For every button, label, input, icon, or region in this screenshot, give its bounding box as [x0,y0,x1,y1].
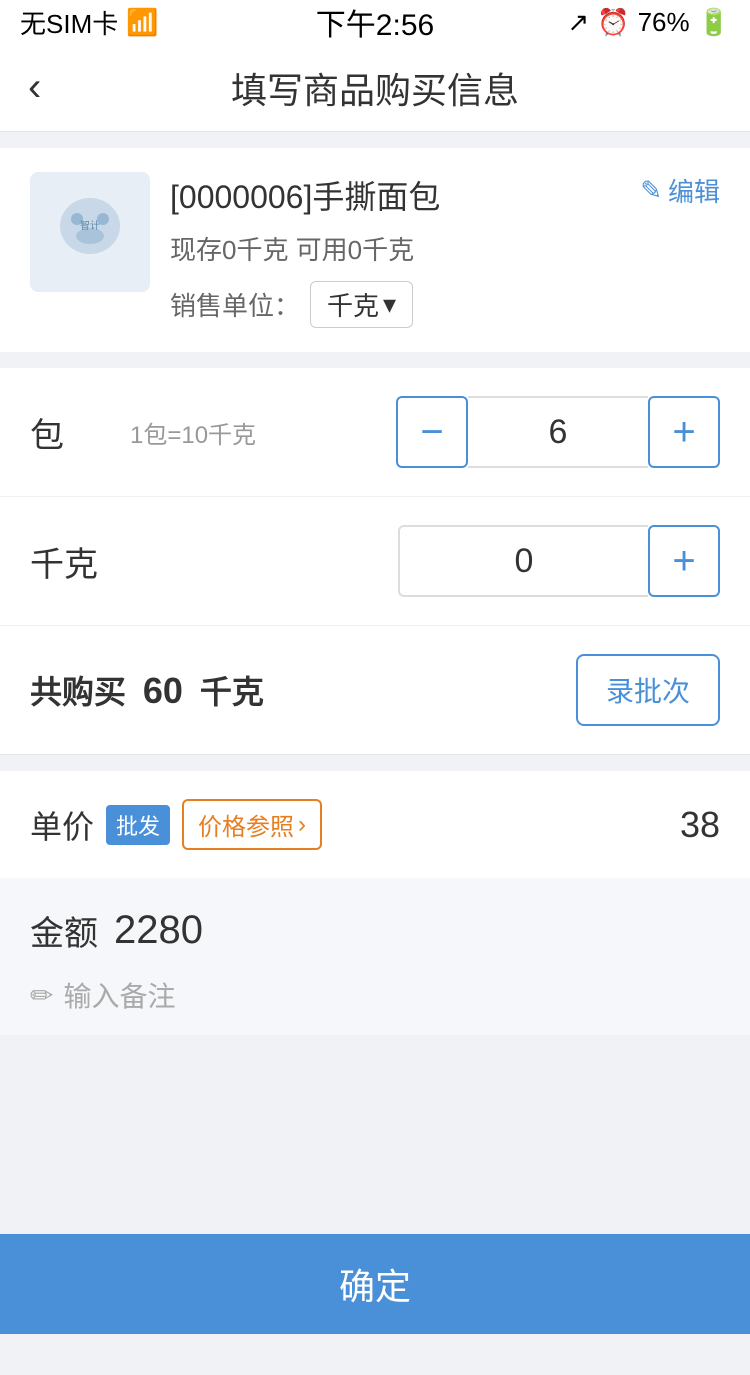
unit-value: 千克 [327,286,379,323]
product-image: 智计 [30,172,150,292]
price-ref-button[interactable]: 价格参照 › [182,799,322,850]
remark-icon: ✏ [30,979,53,1012]
status-left: 无SIM卡 📶 [20,4,159,41]
confirm-button[interactable]: 确定 [0,1234,750,1334]
product-stock: 现存0千克 可用0千克 [170,230,720,267]
product-name: [0000006]手撕面包 [170,172,720,218]
separator-1 [0,132,750,148]
price-ref-label: 价格参照 [198,807,294,842]
summary-text: 共购买 60 千克 [30,667,264,713]
status-right: ↗ ⏰ 76% 🔋 [567,7,730,38]
product-card: 智计 [0000006]手撕面包 现存0千克 可用0千克 销售单位： 千克 ▾ … [0,148,750,352]
status-bar: 无SIM卡 📶 下午2:56 ↗ ⏰ 76% 🔋 [0,0,750,44]
back-button[interactable]: ‹ [28,65,41,110]
location-icon: ↗ [567,7,589,38]
price-section: 单价 批发 价格参照 › 38 [0,771,750,878]
nav-bar: ‹ 填写商品购买信息 [0,44,750,132]
amount-row: 金额 2280 [30,906,720,955]
kilogram-label: 千克 [30,537,110,586]
summary-amount: 60 [143,670,183,711]
remark-placeholder: 输入备注 [63,975,175,1015]
amount-label: 金额 [30,906,98,955]
page-title: 填写商品购买信息 [231,62,519,114]
wifi-icon: 📶 [126,7,158,38]
package-increment-button[interactable]: + [648,396,720,468]
kilogram-quantity-control: + [398,525,720,597]
package-section: 包 1包=10千克 − + 千克 + 共购买 60 千克 录批次 [0,368,750,755]
price-left: 单价 批发 价格参照 › [30,799,322,850]
status-time: 下午2:56 [316,0,434,44]
edit-button[interactable]: ✎ 编辑 [640,172,720,209]
summary-prefix: 共购买 [30,674,126,710]
package-hint: 1包=10千克 [130,415,376,450]
package-label: 包 [30,408,110,457]
batch-badge: 批发 [106,805,170,845]
price-value: 38 [680,804,720,846]
remark-row[interactable]: ✏ 输入备注 [30,975,720,1015]
product-info: [0000006]手撕面包 现存0千克 可用0千克 销售单位： 千克 ▾ [170,172,720,328]
carrier-label: 无SIM卡 [20,4,118,41]
unit-label: 销售单位： [170,286,300,323]
price-ref-icon: › [298,811,306,839]
battery-icon: 🔋 [698,7,730,38]
package-row: 包 1包=10千克 − + [0,368,750,497]
separator-3 [0,755,750,771]
svg-text:智计: 智计 [80,219,100,232]
unit-dropdown-icon: ▾ [383,289,396,320]
edit-icon: ✎ [640,175,662,206]
unit-select[interactable]: 千克 ▾ [310,281,413,328]
summary-row: 共购买 60 千克 录批次 [0,626,750,755]
kilogram-row: 千克 + [0,497,750,626]
amount-value: 2280 [114,908,203,953]
package-quantity-control: − + [396,396,720,468]
kilogram-increment-button[interactable]: + [648,525,720,597]
edit-label: 编辑 [668,172,720,209]
battery-label: 76% [638,7,690,38]
product-unit-row: 销售单位： 千克 ▾ [170,281,720,328]
summary-unit: 千克 [200,674,264,710]
separator-2 [0,352,750,368]
kilogram-quantity-input[interactable] [398,525,648,597]
alarm-icon: ⏰ [597,7,629,38]
confirm-button-label: 确定 [339,1258,411,1310]
amount-section: 金额 2280 ✏ 输入备注 [0,878,750,1035]
price-label: 单价 [30,802,94,848]
package-decrement-button[interactable]: − [396,396,468,468]
product-logo: 智计 [55,191,125,273]
record-batch-button[interactable]: 录批次 [576,654,720,726]
package-quantity-input[interactable] [468,396,648,468]
